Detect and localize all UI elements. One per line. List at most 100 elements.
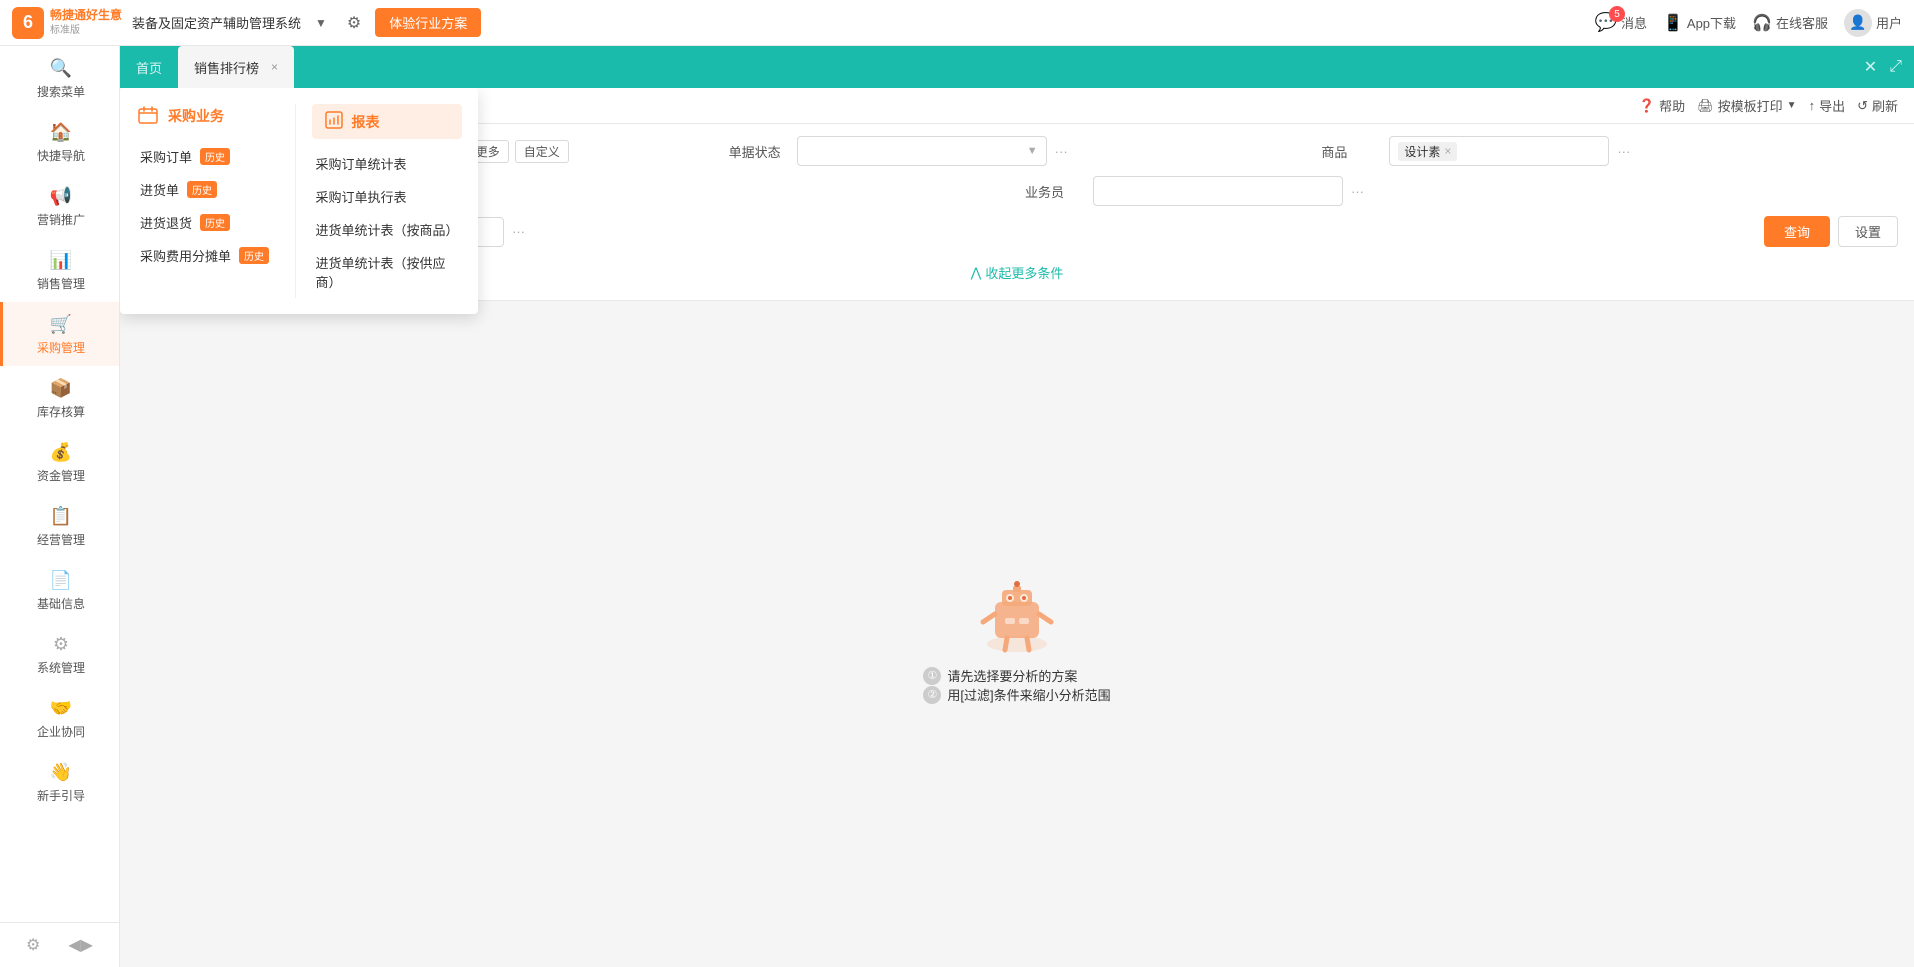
sidebar-label-cooperation: 企业协同 [37,723,85,740]
tip-1: ① 请先选择要分析的方案 [923,666,1110,685]
help-label: 帮助 [1659,96,1685,115]
tab-sales-rank[interactable]: 销售排行榜 × [178,46,294,88]
doc-status-arrow: ▼ [1027,145,1038,157]
history-badge-0: 历史 [200,148,230,165]
query-btn[interactable]: 查询 [1764,216,1830,247]
sidebar-item-finance[interactable]: 💰 资金管理 [0,430,119,494]
print-label: 按模板打印 [1718,96,1783,115]
app-logo-icon: 6 [12,7,44,39]
tip-2: ② 用[过滤]条件来缩小分析范围 [923,685,1110,704]
sidebar-item-sales[interactable]: 📊 销售管理 [0,238,119,302]
quick-custom-btn[interactable]: 自定义 [515,140,569,163]
purchase-order-exec-item[interactable]: 采购订单执行表 [312,180,463,213]
doc-status-more-dots[interactable]: ··· [1055,144,1068,159]
purchase-order-stat-item[interactable]: 采购订单统计表 [312,147,463,180]
user-btn[interactable]: 👤 用户 [1844,9,1902,37]
settings-gear-btn[interactable]: ⚙ [341,11,367,35]
dropdown-right-col: 报表 采购订单统计表 采购订单执行表 进货单统计表（按商品） 进货单统计表（按供… [295,104,463,298]
salesman-more-dots[interactable]: ··· [1351,184,1364,199]
sidebar-item-basic-info[interactable]: 📄 基础信息 [0,558,119,622]
search-icon: 🔍 [50,58,72,79]
report-header: 报表 [312,104,463,139]
tab-close-btn[interactable]: × [271,60,278,74]
sidebar-item-marketing[interactable]: 📢 营销推广 [0,174,119,238]
chart-icon: 📊 [50,250,72,271]
inbound-order-item[interactable]: 进货单 历史 [136,173,287,206]
dropdown-left-col: 采购业务 采购订单 历史 进货单 历史 进货退货 历史 [136,104,287,298]
sidebar-label-guide: 新手引导 [37,787,85,804]
goods-select[interactable]: 设计素 × [1389,136,1609,166]
brand-version: 标准版 [50,24,122,37]
tip-num-1: ① [923,667,941,685]
main-layout: 🔍 搜索菜单 🏠 快捷导航 📢 营销推广 📊 销售管理 🛒 采购管理 📦 库存核… [0,46,1914,967]
notification-badge: 💬 5 [1595,12,1617,33]
inbound-order-label: 进货单 [140,180,179,199]
return-goods-item[interactable]: 进货退货 历史 [136,206,287,239]
sidebar-collapse-btn[interactable]: ◀▶ [68,935,93,955]
sidebar-item-inventory[interactable]: 📦 库存核算 [0,366,119,430]
inbound-stat-goods-item[interactable]: 进货单统计表（按商品） [312,213,463,246]
content-area: 首页 销售排行榜 × ✕ ⤢ [120,46,1914,967]
clipboard-icon: 📋 [50,506,72,527]
sidebar-label-search: 搜索菜单 [37,83,85,100]
help-btn[interactable]: ❓ 帮助 [1639,96,1685,115]
page-inner: 采购业务 采购订单 历史 进货单 历史 进货退货 历史 [120,88,1914,967]
logo-area: 6 畅捷通好生意 标准版 [12,7,132,39]
purchase-expense-label: 采购费用分摊单 [140,246,231,265]
tab-home[interactable]: 首页 [120,46,178,88]
sidebar-settings-btn[interactable]: ⚙ [26,935,40,955]
app-download-btn[interactable]: 📱 App下载 [1663,13,1736,33]
goods-label: 商品 [1321,142,1381,161]
chevron-up-icon: ⋀ [971,265,982,281]
customer-more-dots[interactable]: ··· [512,224,525,239]
purchase-order-item[interactable]: 采购订单 历史 [136,140,287,173]
tab-close-all-btn[interactable]: ✕ [1860,53,1881,81]
sidebar-item-search[interactable]: 🔍 搜索菜单 [0,46,119,110]
home-icon: 🏠 [50,122,72,143]
purchase-expense-item[interactable]: 采购费用分摊单 历史 [136,239,287,272]
filter-doc-status: 单据状态 ▼ ··· [729,136,1306,166]
gear-icon: ⚙ [53,634,69,655]
salesman-select[interactable] [1093,176,1343,206]
system-dropdown-btn[interactable]: ▼ [309,14,333,32]
doc-status-select[interactable]: ▼ [797,136,1047,166]
brand-name: 畅捷通好生意 [50,8,122,24]
export-label: 导出 [1819,96,1845,115]
salesman-label: 业务员 [1025,182,1085,201]
goods-tag: 设计素 × [1398,142,1457,161]
sidebar: 🔍 搜索菜单 🏠 快捷导航 📢 营销推广 📊 销售管理 🛒 采购管理 📦 库存核… [0,46,120,967]
top-header: 6 畅捷通好生意 标准版 装备及固定资产辅助管理系统 ▼ ⚙ 体验行业方案 💬 … [0,0,1914,46]
collapse-label: 收起更多条件 [985,263,1063,282]
sidebar-item-quick-nav[interactable]: 🏠 快捷导航 [0,110,119,174]
goods-more-dots[interactable]: ··· [1617,144,1630,159]
inbound-stat-supplier-item[interactable]: 进货单统计表（按供应商） [312,246,463,298]
print-btn[interactable]: 🖨 按模板打印 ▼ [1697,96,1796,115]
message-btn[interactable]: 💬 5 消息 [1595,12,1647,33]
inbound-stat-supplier-label: 进货单统计表（按供应商） [316,253,459,291]
tab-bar: 首页 销售排行榜 × ✕ ⤢ [120,46,1914,88]
print-icon: 🖨 [1697,98,1714,114]
tab-bar-actions: ✕ ⤢ [1860,53,1914,81]
settings-btn[interactable]: 设置 [1838,216,1898,247]
industry-btn[interactable]: 体验行业方案 [375,8,481,37]
purchase-biz-icon [136,104,160,128]
brand-text: 畅捷通好生意 标准版 [50,8,122,37]
export-btn[interactable]: ↑ 导出 [1809,96,1846,115]
empty-state-illustration [967,564,1067,654]
sidebar-item-cooperation[interactable]: 🤝 企业协同 [0,686,119,750]
empty-state: ① 请先选择要分析的方案 ② 用[过滤]条件来缩小分析范围 [120,301,1914,967]
tab-home-label: 首页 [136,58,162,77]
sidebar-item-purchase[interactable]: 🛒 采购管理 [0,302,119,366]
tab-expand-btn[interactable]: ⤢ [1885,54,1906,80]
sidebar-item-operations[interactable]: 📋 经营管理 [0,494,119,558]
refresh-btn[interactable]: ↺ 刷新 [1857,96,1898,115]
sidebar-item-system[interactable]: ⚙ 系统管理 [0,622,119,686]
sidebar-item-guide[interactable]: 👋 新手引导 [0,750,119,814]
goods-tag-close[interactable]: × [1444,144,1451,158]
sidebar-label-quick-nav: 快捷导航 [37,147,85,164]
history-badge-1: 历史 [187,181,217,198]
box-icon: 📦 [50,378,72,399]
online-service-btn[interactable]: 🎧 在线客服 [1752,13,1828,33]
purchase-order-label: 采购订单 [140,147,192,166]
print-dropdown-icon: ▼ [1787,100,1797,111]
